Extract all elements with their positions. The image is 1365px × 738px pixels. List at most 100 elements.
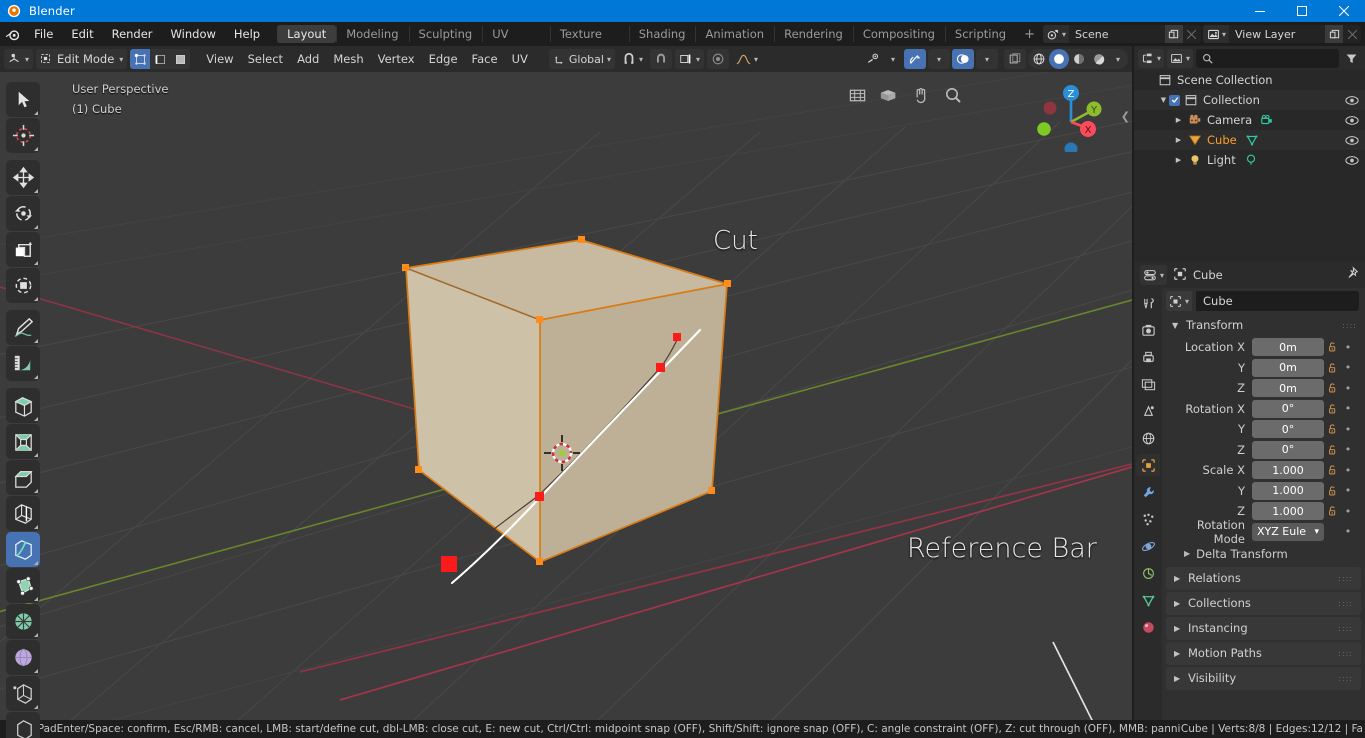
- animate-dot[interactable]: •: [1341, 443, 1355, 456]
- tool-expand-corner[interactable]: [34, 339, 38, 343]
- scene-tab[interactable]: [1136, 400, 1160, 422]
- outliner-display-mode-selector[interactable]: ▾: [1138, 48, 1165, 68]
- pan-hand-icon[interactable]: [910, 84, 932, 106]
- tool-expand-corner[interactable]: [34, 261, 38, 265]
- xray-icon[interactable]: [1004, 49, 1026, 69]
- disclosure-triangle[interactable]: ▶: [1173, 156, 1184, 164]
- tool-expand-corner[interactable]: [34, 705, 38, 709]
- unlocked-icon[interactable]: [1324, 382, 1341, 394]
- workspace-tab-rendering[interactable]: Rendering: [774, 25, 853, 43]
- outliner-row-collection[interactable]: ▼ Collection: [1134, 90, 1365, 110]
- viewport-menu-vertex[interactable]: Vertex: [371, 49, 422, 69]
- unlink-view-layer-button[interactable]: [1343, 25, 1361, 43]
- poly-build-tool[interactable]: [6, 568, 40, 603]
- minimize-button[interactable]: [1239, 0, 1281, 22]
- unlocked-icon[interactable]: [1324, 485, 1341, 497]
- workspace-tab-modeling[interactable]: Modeling: [336, 25, 408, 43]
- new-view-layer-button[interactable]: [1325, 25, 1343, 43]
- tool-expand-corner[interactable]: [34, 597, 38, 601]
- viewport-sidebar-toggle[interactable]: ❮: [1121, 110, 1130, 123]
- outliner-row-camera[interactable]: ▶ Camera: [1134, 110, 1365, 130]
- knife-tool[interactable]: [6, 532, 40, 567]
- workspace-tab-texture-paint[interactable]: Texture Paint: [549, 25, 629, 59]
- animate-dot[interactable]: •: [1341, 525, 1355, 538]
- tweak-tool[interactable]: [6, 82, 40, 117]
- object-datablock-icon[interactable]: ▾: [1166, 291, 1193, 311]
- viewport-menu-uv[interactable]: UV: [505, 49, 535, 69]
- properties-editor-type-selector[interactable]: ▾: [1140, 265, 1168, 285]
- material-preview-shading-button[interactable]: [1069, 49, 1089, 69]
- workspace-tab-compositing[interactable]: Compositing: [852, 25, 945, 43]
- delta-transform-subpanel[interactable]: ▶ Delta Transform: [1162, 543, 1365, 565]
- menu-render[interactable]: Render: [103, 22, 162, 46]
- object-visibility-icon[interactable]: [864, 49, 882, 69]
- new-scene-button[interactable]: [1164, 25, 1183, 43]
- field-value[interactable]: 1.000: [1252, 502, 1324, 520]
- field-value[interactable]: 0m: [1252, 338, 1324, 356]
- animate-dot[interactable]: •: [1341, 464, 1355, 477]
- search-input[interactable]: [1218, 51, 1333, 65]
- menu-edit[interactable]: Edit: [62, 22, 102, 46]
- animate-dot[interactable]: •: [1341, 382, 1355, 395]
- panel-instancing[interactable]: ▶ Instancing::::: [1166, 616, 1361, 640]
- visibility-eye-icon[interactable]: [1345, 135, 1359, 146]
- field-value[interactable]: 0°: [1252, 420, 1324, 438]
- menu-file[interactable]: File: [25, 22, 62, 46]
- filter-funnel-icon[interactable]: [1342, 49, 1361, 68]
- tool-expand-corner[interactable]: [34, 189, 38, 193]
- unlocked-icon[interactable]: [1324, 403, 1341, 415]
- proportional-editing-toggle[interactable]: [707, 49, 729, 69]
- outliner-row-scene-collection[interactable]: Scene Collection: [1134, 70, 1365, 90]
- tool-expand-corner[interactable]: [34, 489, 38, 493]
- rendered-shading-button[interactable]: [1089, 49, 1109, 69]
- tool-expand-corner[interactable]: [34, 525, 38, 529]
- rotate-tool[interactable]: [6, 196, 40, 231]
- visibility-eye-icon[interactable]: [1345, 115, 1359, 126]
- field-value[interactable]: 1.000: [1252, 481, 1324, 500]
- smooth-tool[interactable]: [6, 640, 40, 675]
- outliner-row-light[interactable]: ▶ Light: [1134, 150, 1365, 170]
- viewport-menu-face[interactable]: Face: [465, 49, 505, 69]
- field-value[interactable]: 1.000: [1252, 461, 1324, 479]
- snap-toggle[interactable]: ▾: [618, 49, 647, 69]
- field-value[interactable]: 0m: [1252, 358, 1324, 377]
- view-layer-icon[interactable]: ▾: [1202, 25, 1229, 43]
- viewport-menu-mesh[interactable]: Mesh: [326, 49, 370, 69]
- editor-type-icon[interactable]: ▾: [4, 49, 34, 69]
- view-layer-tab[interactable]: [1136, 373, 1160, 395]
- solid-shading-button[interactable]: [1049, 49, 1069, 69]
- unlocked-icon[interactable]: [1324, 341, 1341, 353]
- vertex-select-mode-button[interactable]: [130, 49, 151, 69]
- animate-dot[interactable]: •: [1341, 505, 1355, 518]
- unlocked-icon[interactable]: [1324, 362, 1341, 374]
- material-tab[interactable]: [1136, 616, 1160, 638]
- outliner-filter-id-selector[interactable]: ▾: [1167, 48, 1194, 68]
- view-layer-selector[interactable]: ▾ View Layer: [1202, 25, 1361, 43]
- cursor-tool[interactable]: [6, 118, 40, 153]
- scene-selector[interactable]: ▾ Scene: [1042, 25, 1201, 43]
- object-name-field[interactable]: Cube: [1196, 291, 1359, 311]
- animate-dot[interactable]: •: [1341, 341, 1355, 354]
- interaction-mode-selector[interactable]: Edit Mode ▾: [36, 49, 128, 69]
- proportional-falloff-selector[interactable]: ▾: [732, 49, 762, 69]
- light-data-icon[interactable]: [1244, 153, 1258, 167]
- disclosure-triangle[interactable]: ▶: [1173, 136, 1184, 144]
- data-tab[interactable]: [1136, 589, 1160, 611]
- panel-relations[interactable]: ▶ Relations::::: [1166, 566, 1361, 590]
- workspace-tab-layout[interactable]: Layout: [277, 25, 337, 43]
- unlink-scene-button[interactable]: [1183, 25, 1201, 43]
- outliner-search-field[interactable]: [1196, 48, 1339, 68]
- unlocked-icon[interactable]: [1324, 444, 1341, 456]
- animate-dot[interactable]: •: [1341, 402, 1355, 415]
- shear-tool[interactable]: [6, 676, 40, 711]
- field-value[interactable]: 0m: [1252, 379, 1324, 397]
- output-tab[interactable]: [1136, 346, 1160, 368]
- gizmo-icon[interactable]: [904, 49, 926, 69]
- overlays-dropdown-caret[interactable]: ▾: [976, 49, 998, 69]
- workspace-tab-scripting[interactable]: Scripting: [944, 25, 1016, 43]
- loop-cut-tool[interactable]: [6, 496, 40, 531]
- gizmo-axis-neg-x[interactable]: [1043, 101, 1057, 115]
- camera-perspective-icon[interactable]: [846, 84, 868, 106]
- particles-tab[interactable]: [1136, 508, 1160, 530]
- tool-expand-corner[interactable]: [34, 669, 38, 673]
